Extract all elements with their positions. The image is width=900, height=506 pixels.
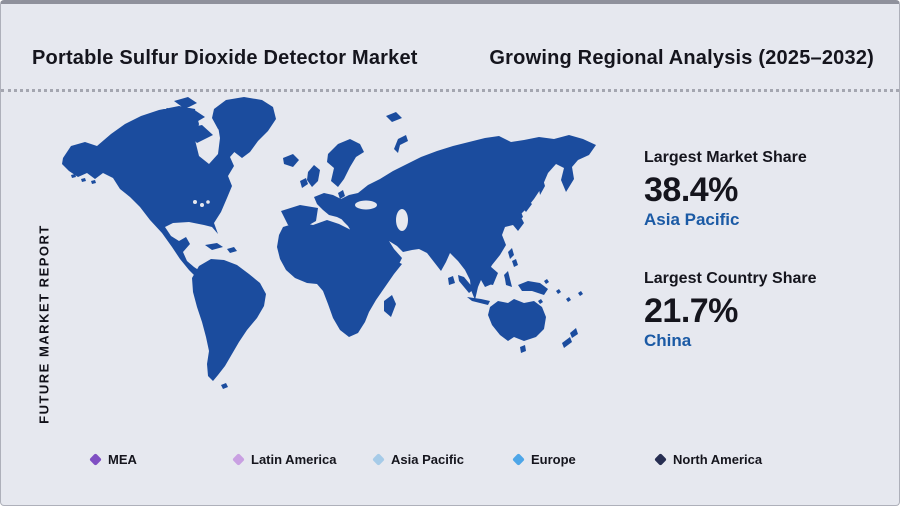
world-map-land [62,97,596,389]
stat-label: Largest Country Share [644,270,817,287]
legend-item-asia-pacific: Asia Pacific [372,452,464,467]
legend-label: Latin America [251,452,337,467]
stat-region: Asia Pacific [644,210,740,229]
legend-label: Europe [531,452,576,467]
legend-item-mea: MEA [89,452,137,467]
legend-label: North America [673,452,763,467]
stat-label: Largest Market Share [644,149,807,166]
legend-diamond-icon [654,453,667,466]
infographic-frame: Portable Sulfur Dioxide Detector Market … [0,0,900,506]
legend-diamond-icon [512,453,525,466]
legend-diamond-icon [89,453,102,466]
world-map [62,97,596,389]
legend-label: Asia Pacific [391,452,464,467]
brand-watermark: FUTURE MARKET REPORT [36,224,52,424]
stat-country-share: Largest Country Share 21.7% China [644,271,896,351]
stat-region: China [644,331,692,350]
map-legend: MEA Latin America Asia Pacific Europe No… [1,452,899,470]
legend-item-north-america: North America [654,452,763,467]
page-title-analysis: Growing Regional Analysis (2025–2032) [489,47,874,69]
legend-diamond-icon [232,453,245,466]
stats-panel: Largest Market Share 38.4% Asia Pacific … [644,150,896,351]
legend-item-latin-america: Latin America [232,452,337,467]
legend-label: MEA [108,452,137,467]
stat-market-share: Largest Market Share 38.4% Asia Pacific [644,150,896,230]
legend-diamond-icon [372,453,385,466]
legend-item-europe: Europe [512,452,576,467]
page-title-market: Portable Sulfur Dioxide Detector Market [32,47,418,69]
stat-value: 21.7% [644,292,738,330]
header: Portable Sulfur Dioxide Detector Market … [1,4,899,92]
stat-value: 38.4% [644,171,738,209]
